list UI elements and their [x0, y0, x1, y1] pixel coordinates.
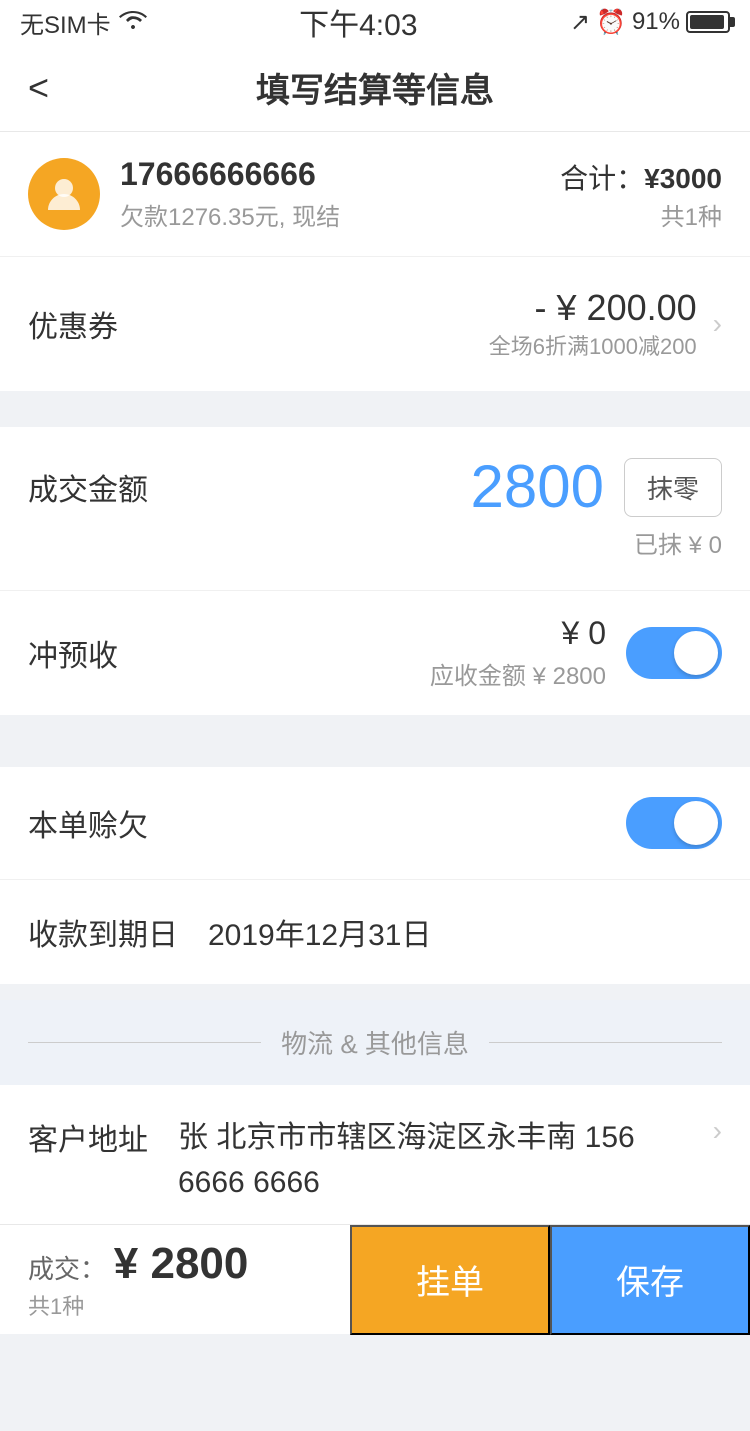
- total-amount-text: ¥3000: [644, 163, 722, 194]
- deal-amount-card: 成交金额 2800 抹零 已抹 ¥ 0 冲预收 ¥ 0 应收金额 ¥ 2800: [0, 427, 750, 715]
- logistics-line-left: [28, 1042, 261, 1043]
- avatar: [28, 158, 100, 230]
- coupon-row[interactable]: 优惠券 - ¥ 200.00 全场6折满1000减200 ›: [0, 256, 750, 391]
- logistics-section-label: 物流 & 其他信息: [281, 1024, 469, 1061]
- customer-sub: 欠款1276.35元, 现结: [120, 197, 340, 232]
- deal-amount-value: 2800: [471, 457, 604, 517]
- customer-info: 17666666666 欠款1276.35元, 现结: [120, 156, 340, 232]
- coupon-desc: 全场6折满1000减200: [489, 329, 697, 361]
- customer-left: 17666666666 欠款1276.35元, 现结: [28, 156, 340, 232]
- debt-label: 本单赊欠: [28, 801, 148, 845]
- battery-icon: [686, 11, 730, 33]
- debt-toggle-knob: [674, 801, 718, 845]
- coupon-values: - ¥ 200.00 全场6折满1000减200: [489, 287, 697, 361]
- prereceive-label: 冲预收: [28, 631, 118, 675]
- duedate-label: 收款到期日: [28, 910, 178, 954]
- bottom-deal-label: 成交：: [28, 1254, 106, 1284]
- bottom-bar: 成交： ¥ 2800 共1种 挂单 保存: [0, 1224, 750, 1334]
- duedate-value: 2019年12月31日: [208, 910, 431, 954]
- address-card: 客户地址 张 北京市市辖区海淀区永丰南 156 6666 6666 ›: [0, 1085, 750, 1235]
- address-chevron-icon: ›: [713, 1115, 722, 1147]
- total-label: 合计：¥3000: [560, 157, 722, 197]
- coupon-right: - ¥ 200.00 全场6折满1000减200 ›: [489, 287, 722, 361]
- toggle-knob: [674, 631, 718, 675]
- nav-bar: < 填写结算等信息: [0, 44, 750, 132]
- prereceive-amount: ¥ 0: [430, 615, 606, 652]
- prereceive-right: ¥ 0 应收金额 ¥ 2800: [430, 615, 722, 691]
- status-right: ↗ ⏰ 91%: [570, 8, 730, 37]
- customer-right: 合计：¥3000 共1种: [560, 157, 722, 232]
- status-time: 下午4:03: [299, 0, 417, 44]
- bottom-deal-row: 成交： ¥ 2800: [28, 1239, 322, 1289]
- coupon-label: 优惠券: [28, 302, 118, 346]
- bottom-amount: ¥ 2800: [114, 1239, 249, 1288]
- prereceive-toggle[interactable]: [626, 627, 722, 679]
- customer-card: 17666666666 欠款1276.35元, 现结 合计：¥3000 共1种 …: [0, 132, 750, 391]
- deal-sub: 已抹 ¥ 0: [28, 525, 722, 560]
- duedate-section: 收款到期日 2019年12月31日: [0, 879, 750, 984]
- status-left: 无SIM卡: [20, 5, 147, 40]
- location-icon: ↗: [570, 8, 590, 37]
- coupon-amount: - ¥ 200.00: [489, 287, 697, 329]
- page-title: 填写结算等信息: [256, 63, 494, 112]
- section-divider-1: [0, 407, 750, 427]
- wifi-icon: [119, 8, 147, 36]
- customer-row: 17666666666 欠款1276.35元, 现结 合计：¥3000 共1种: [0, 132, 750, 256]
- address-label: 客户地址: [28, 1115, 148, 1159]
- customer-phone: 17666666666: [120, 156, 340, 193]
- pending-button[interactable]: 挂单: [350, 1225, 550, 1335]
- debt-toggle[interactable]: [626, 797, 722, 849]
- deal-amount-label: 成交金额: [28, 465, 148, 509]
- round-zero-button[interactable]: 抹零: [624, 458, 722, 517]
- total-label-text: 合计：: [560, 163, 644, 194]
- debt-card: 本单赊欠 收款到期日 2019年12月31日: [0, 767, 750, 984]
- prereceive-section: 冲预收 ¥ 0 应收金额 ¥ 2800: [0, 590, 750, 715]
- save-button[interactable]: 保存: [550, 1225, 750, 1335]
- deal-row: 成交金额 2800 抹零: [28, 457, 722, 517]
- address-value: 张 北京市市辖区海淀区永丰南 156 6666 6666: [178, 1115, 697, 1205]
- logistics-header: 物流 & 其他信息: [0, 1000, 750, 1085]
- address-section[interactable]: 客户地址 张 北京市市辖区海淀区永丰南 156 6666 6666 ›: [0, 1085, 750, 1235]
- section-divider-2: [0, 731, 750, 751]
- battery-percent: 91%: [632, 8, 680, 36]
- logistics-line-right: [489, 1042, 722, 1043]
- prereceive-sub: 应收金额 ¥ 2800: [430, 656, 606, 691]
- total-count: 共1种: [560, 197, 722, 232]
- deal-right: 2800 抹零: [471, 457, 723, 517]
- debt-section: 本单赊欠: [0, 767, 750, 879]
- bottom-count: 共1种: [28, 1289, 322, 1321]
- status-bar: 无SIM卡 下午4:03 ↗ ⏰ 91%: [0, 0, 750, 44]
- deal-amount-section: 成交金额 2800 抹零 已抹 ¥ 0: [0, 427, 750, 590]
- bottom-summary: 成交： ¥ 2800 共1种: [0, 1239, 350, 1321]
- chevron-right-icon: ›: [713, 308, 722, 340]
- prereceive-values: ¥ 0 应收金额 ¥ 2800: [430, 615, 606, 691]
- alarm-icon: ⏰: [596, 8, 626, 37]
- carrier-label: 无SIM卡: [20, 5, 111, 40]
- back-button[interactable]: <: [28, 67, 49, 109]
